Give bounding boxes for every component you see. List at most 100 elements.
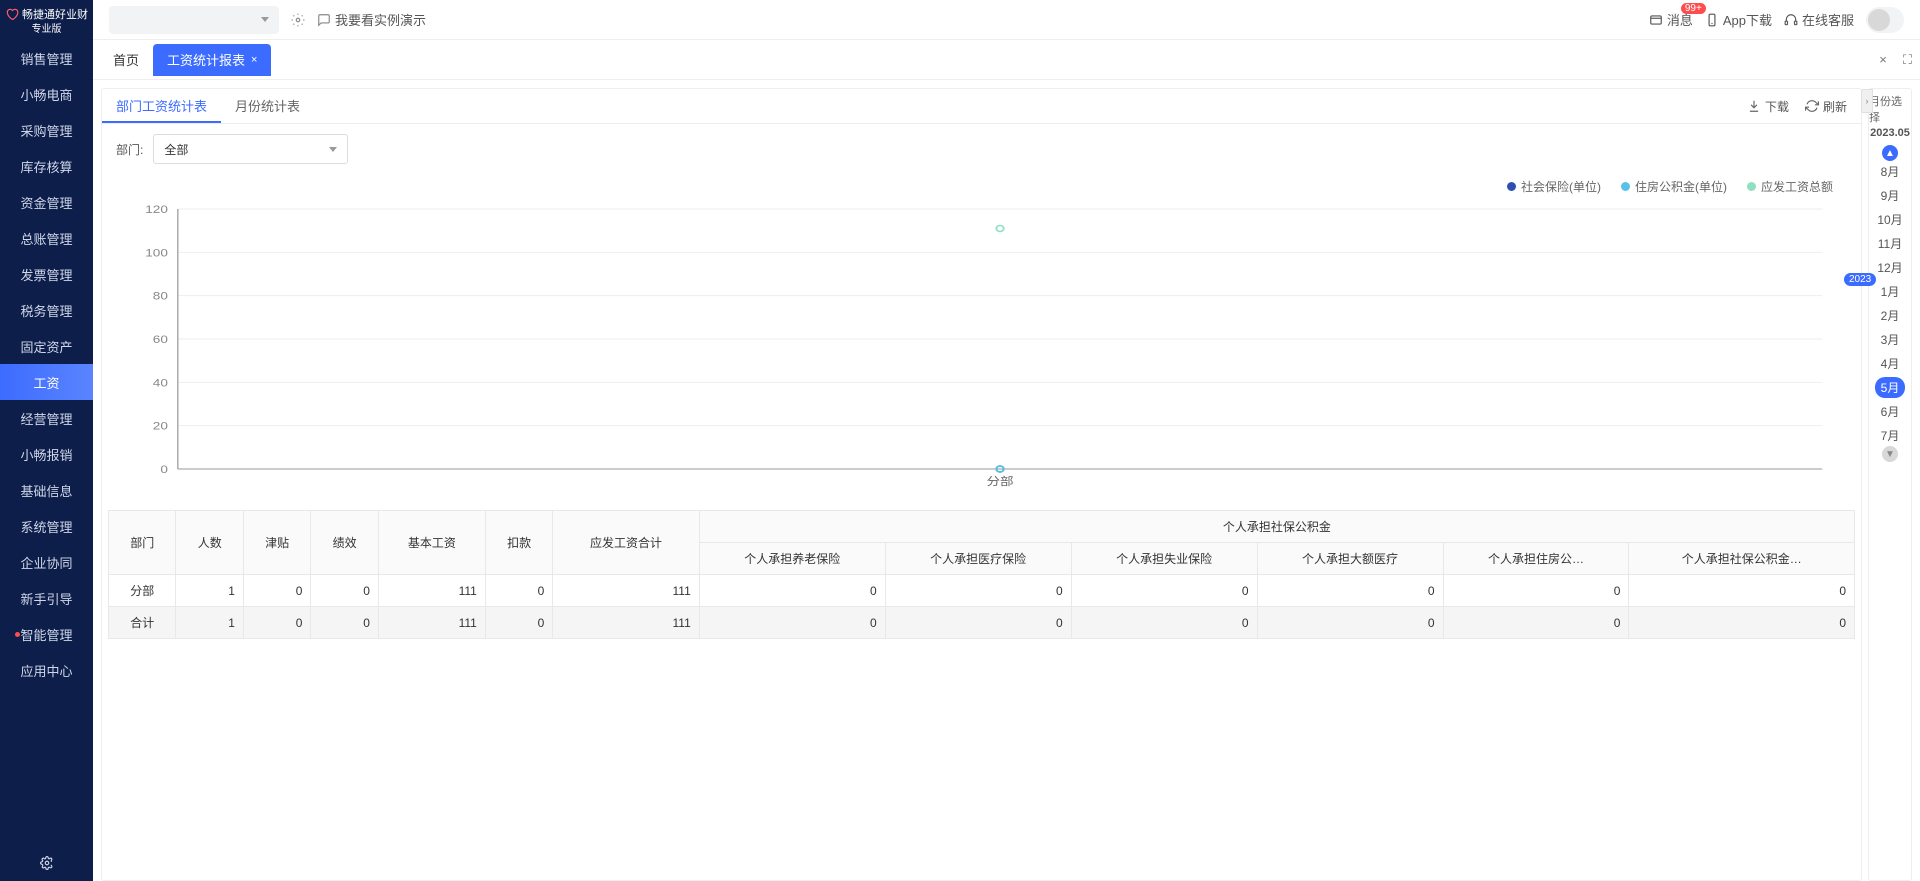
avatar-icon xyxy=(1868,9,1890,31)
page-tab-0[interactable]: 首页 xyxy=(99,44,153,76)
settings-button[interactable] xyxy=(291,13,305,27)
close-all-tabs[interactable]: × xyxy=(1879,52,1887,68)
svg-text:20: 20 xyxy=(153,420,168,432)
sidebar-item-14[interactable]: 企业协同 xyxy=(0,544,93,580)
month-item-5[interactable]: 1月 xyxy=(1875,281,1905,302)
legend-item-1[interactable]: 住房公积金(单位) xyxy=(1621,178,1727,195)
support-label: 在线客服 xyxy=(1802,10,1854,29)
download-button[interactable]: 下载 xyxy=(1747,98,1789,115)
legend-label: 社会保险(单位) xyxy=(1521,178,1601,195)
table-row: 分部1001110111000000 xyxy=(109,575,1855,607)
filter-row: 部门: 全部 xyxy=(102,124,1861,174)
month-item-10[interactable]: 6月 xyxy=(1875,401,1905,422)
sidebar-item-6[interactable]: 发票管理 xyxy=(0,256,93,292)
page-tabs: 首页 工资统计报表 × × ⛶ xyxy=(93,40,1920,80)
tab-label: 工资统计报表 xyxy=(167,50,245,69)
tab-close-icon[interactable]: × xyxy=(251,54,257,66)
legend-label: 住房公积金(单位) xyxy=(1635,178,1727,195)
sidebar-item-9[interactable]: 工资 xyxy=(0,364,93,400)
legend-dot-icon xyxy=(1747,182,1756,191)
download-icon xyxy=(1747,99,1761,113)
speech-icon xyxy=(317,13,331,27)
fullscreen-toggle[interactable]: ⛶ xyxy=(1903,52,1912,68)
refresh-button[interactable]: 刷新 xyxy=(1805,98,1847,115)
gear-icon xyxy=(40,856,54,870)
sub-tabs: 部门工资统计表月份统计表 下载 刷新 xyxy=(102,89,1861,124)
refresh-label: 刷新 xyxy=(1823,98,1847,115)
sidebar-item-13[interactable]: 系统管理 xyxy=(0,508,93,544)
sidebar-settings[interactable] xyxy=(0,845,93,881)
month-item-11[interactable]: 7月 xyxy=(1875,425,1905,446)
mobile-icon xyxy=(1705,13,1719,27)
month-select-panel: › 月份选择 2023.05 ▲ 8月9月10月11月12月20231月2月3月… xyxy=(1868,88,1912,881)
user-menu[interactable] xyxy=(1866,7,1904,33)
chevron-down-icon xyxy=(261,17,269,22)
messages-badge: 99+ xyxy=(1681,3,1706,14)
sidebar-item-17[interactable]: 应用中心 xyxy=(0,652,93,688)
month-item-2[interactable]: 10月 xyxy=(1875,209,1905,230)
sidebar-item-16[interactable]: 智能管理 xyxy=(0,616,93,652)
chevron-down-icon xyxy=(329,147,337,152)
sidebar-item-15[interactable]: 新手引导 xyxy=(0,580,93,616)
brand-edition: 专业版 xyxy=(32,20,62,35)
svg-text:100: 100 xyxy=(145,247,168,259)
sub-tab-0[interactable]: 部门工资统计表 xyxy=(102,89,221,123)
month-item-6[interactable]: 2月 xyxy=(1875,305,1905,326)
sidebar-item-11[interactable]: 小畅报销 xyxy=(0,436,93,472)
sidebar-item-8[interactable]: 固定资产 xyxy=(0,328,93,364)
svg-text:分部: 分部 xyxy=(986,474,1013,487)
headset-icon xyxy=(1784,13,1798,27)
month-item-8[interactable]: 4月 xyxy=(1875,353,1905,374)
sidebar-item-7[interactable]: 税务管理 xyxy=(0,292,93,328)
legend-item-2[interactable]: 应发工资总额 xyxy=(1747,178,1833,195)
month-scroll-up[interactable]: ▲ xyxy=(1882,145,1898,161)
month-panel-title: 月份选择 xyxy=(1869,93,1911,125)
sidebar-item-12[interactable]: 基础信息 xyxy=(0,472,93,508)
dept-select[interactable]: 全部 xyxy=(153,134,348,164)
salary-table-wrap[interactable]: 部门人数津贴绩效基本工资扣款应发工资合计个人承担社保公积金个人承担养老保险个人承… xyxy=(108,510,1855,639)
sidebar-item-0[interactable]: 销售管理 xyxy=(0,40,93,76)
sub-tab-1[interactable]: 月份统计表 xyxy=(221,89,314,123)
panel-collapse-handle[interactable]: › xyxy=(1861,89,1873,113)
chart-area: 社会保险(单位)住房公积金(单位)应发工资总额 020406080100120分… xyxy=(102,174,1861,510)
month-item-7[interactable]: 3月 xyxy=(1875,329,1905,350)
topbar: 我要看实例演示 消息 99+ App下载 在线客服 xyxy=(93,0,1920,40)
brand-logo: 畅捷通好业财 专业版 xyxy=(0,0,93,40)
legend-label: 应发工资总额 xyxy=(1761,178,1833,195)
app-download-button[interactable]: App下载 xyxy=(1705,10,1772,29)
refresh-icon xyxy=(1805,99,1819,113)
svg-text:60: 60 xyxy=(153,333,168,345)
demo-label: 我要看实例演示 xyxy=(335,10,426,29)
sidebar-item-3[interactable]: 库存核算 xyxy=(0,148,93,184)
year-tag: 2023 xyxy=(1844,273,1876,286)
month-item-0[interactable]: 8月 xyxy=(1875,161,1905,182)
svg-text:40: 40 xyxy=(153,377,168,389)
sidebar: 畅捷通好业财 专业版 销售管理小畅电商采购管理库存核算资金管理总账管理发票管理税… xyxy=(0,0,93,881)
message-icon xyxy=(1649,13,1663,27)
tab-label: 首页 xyxy=(113,50,139,69)
legend-dot-icon xyxy=(1621,182,1630,191)
demo-link[interactable]: 我要看实例演示 xyxy=(317,10,426,29)
sidebar-item-2[interactable]: 采购管理 xyxy=(0,112,93,148)
month-item-3[interactable]: 11月 xyxy=(1875,233,1905,254)
main-content: 我要看实例演示 消息 99+ App下载 在线客服 首页 工资统计报表 × xyxy=(93,0,1920,881)
org-selector[interactable] xyxy=(109,6,279,34)
sidebar-item-4[interactable]: 资金管理 xyxy=(0,184,93,220)
month-scroll-down[interactable]: ▼ xyxy=(1882,446,1898,462)
page-tab-1[interactable]: 工资统计报表 × xyxy=(153,44,271,76)
sidebar-item-5[interactable]: 总账管理 xyxy=(0,220,93,256)
month-item-9[interactable]: 5月 xyxy=(1875,377,1905,398)
month-item-1[interactable]: 9月 xyxy=(1875,185,1905,206)
svg-text:0: 0 xyxy=(160,463,168,475)
support-button[interactable]: 在线客服 xyxy=(1784,10,1854,29)
month-panel-year: 2023.05 xyxy=(1870,127,1910,139)
sidebar-item-1[interactable]: 小畅电商 xyxy=(0,76,93,112)
month-item-4[interactable]: 12月 xyxy=(1875,257,1905,278)
messages-button[interactable]: 消息 99+ xyxy=(1649,10,1693,29)
legend-dot-icon xyxy=(1507,182,1516,191)
legend-item-0[interactable]: 社会保险(单位) xyxy=(1507,178,1601,195)
salary-table: 部门人数津贴绩效基本工资扣款应发工资合计个人承担社保公积金个人承担养老保险个人承… xyxy=(108,510,1855,639)
sidebar-item-10[interactable]: 经营管理 xyxy=(0,400,93,436)
salary-chart: 020406080100120分部 xyxy=(116,199,1847,499)
table-row: 合计1001110111000000 xyxy=(109,607,1855,639)
